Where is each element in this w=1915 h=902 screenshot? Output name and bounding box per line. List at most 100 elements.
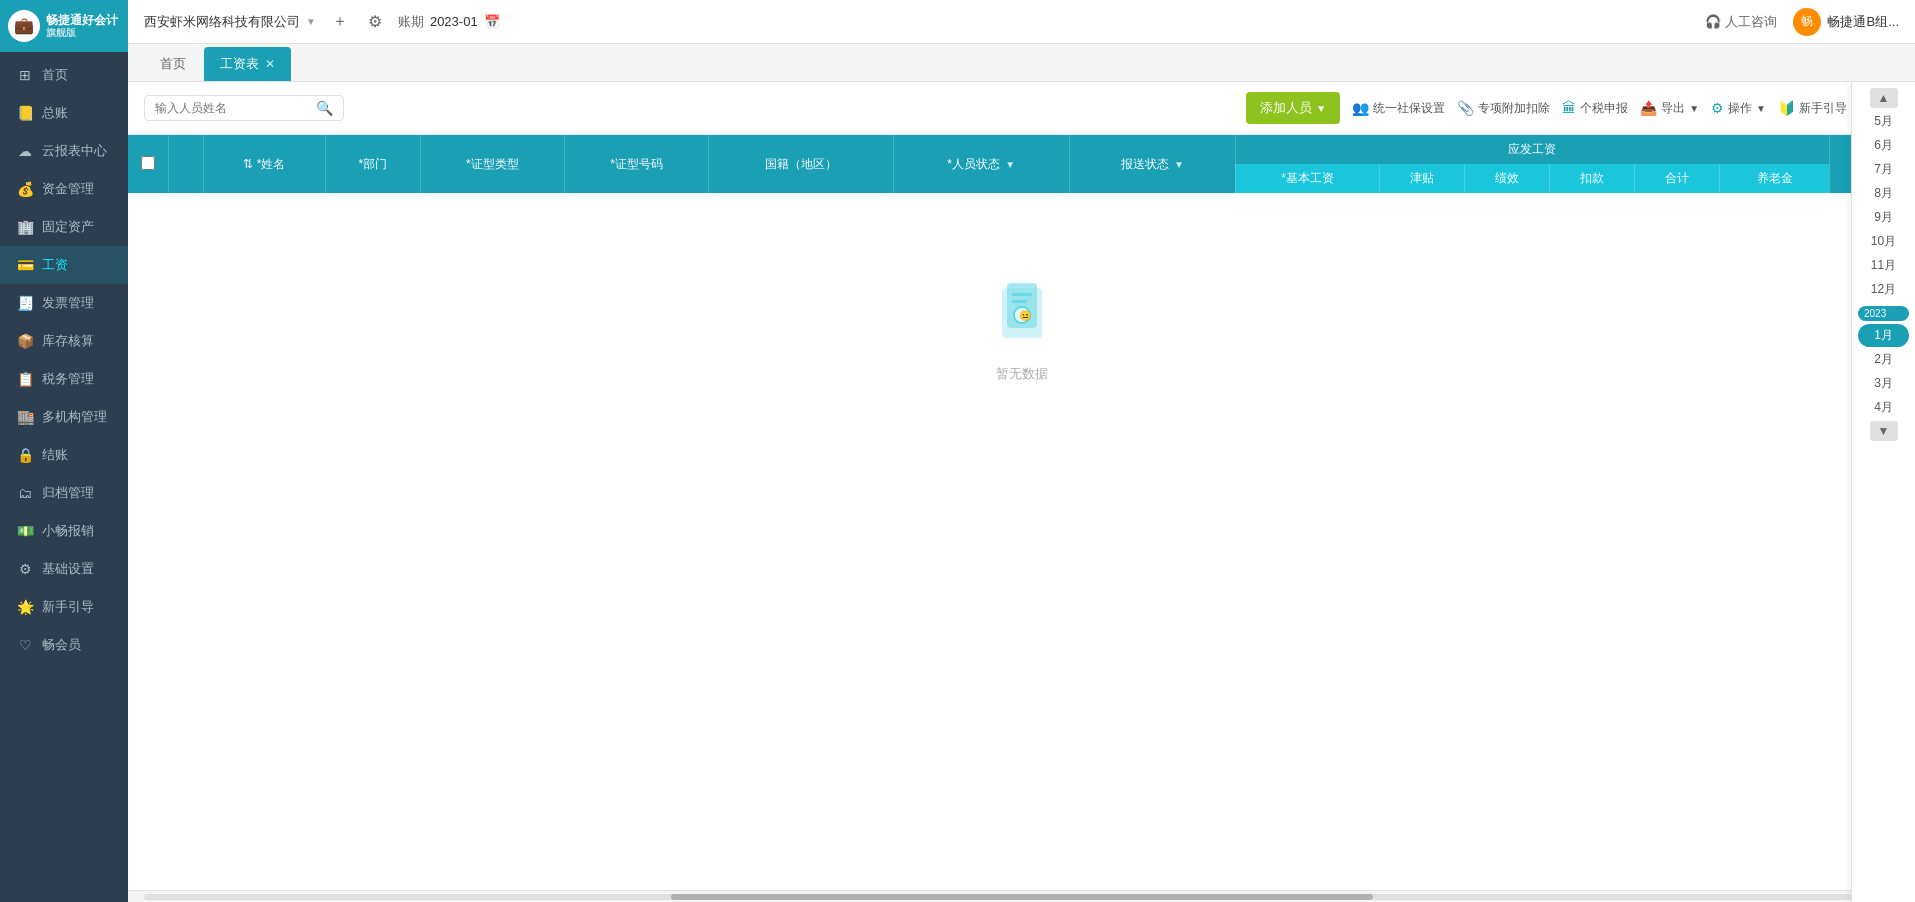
th-performance: 绩效 — [1465, 164, 1550, 193]
sidebar-item-fund[interactable]: 💰 资金管理 — [0, 170, 128, 208]
export-action[interactable]: 📤 导出 ▼ — [1640, 100, 1699, 117]
user-name: 畅捷通B组... — [1827, 13, 1899, 31]
cal-month-2[interactable]: 2月 — [1858, 348, 1909, 371]
sidebar-item-label: 小畅报销 — [42, 522, 94, 540]
member-icon: ♡ — [16, 637, 34, 653]
operations-action[interactable]: ⚙ 操作 ▼ — [1711, 100, 1766, 117]
report-status-filter-icon[interactable]: ▼ — [1174, 159, 1184, 170]
sidebar-item-fixed-assets[interactable]: 🏢 固定资产 — [0, 208, 128, 246]
sidebar-item-salary[interactable]: 💳 工资 — [0, 246, 128, 284]
th-deduction: 扣款 — [1550, 164, 1635, 193]
sidebar-item-archive[interactable]: 🗂 归档管理 — [0, 474, 128, 512]
cal-month-4[interactable]: 4月 — [1858, 396, 1909, 419]
cal-month-7[interactable]: 7月 — [1858, 158, 1909, 181]
tab-home[interactable]: 首页 — [144, 47, 202, 81]
sidebar-item-inventory[interactable]: 📦 库存核算 — [0, 322, 128, 360]
logo-icon: 💼 — [8, 10, 40, 42]
support-button[interactable]: 🎧 人工咨询 — [1705, 13, 1777, 31]
th-emp-status: *人员状态 ▼ — [893, 135, 1069, 193]
special-deduct-action[interactable]: 📎 专项附加扣除 — [1457, 100, 1550, 117]
select-all-checkbox[interactable] — [141, 156, 155, 170]
social-settings-label: 统一社保设置 — [1373, 100, 1445, 117]
headset-icon: 🎧 — [1705, 14, 1721, 29]
scroll-track — [144, 894, 1899, 900]
calendar-icon[interactable]: 📅 — [484, 14, 500, 29]
table-header-row1: ⇅ *姓名 *部门 *证型类型 *证型号码 国籍（地区） — [128, 135, 1915, 164]
th-nationality-label: 国籍（地区） — [765, 157, 837, 171]
export-icon: 📤 — [1640, 100, 1657, 116]
company-selector[interactable]: 西安虾米网络科技有限公司 ▼ — [144, 13, 316, 31]
user-info[interactable]: 畅 畅捷通B组... — [1793, 8, 1899, 36]
search-input[interactable] — [155, 101, 310, 115]
guide-icon: 🌟 — [16, 599, 34, 615]
export-arrow-icon: ▼ — [1689, 103, 1699, 114]
sidebar-item-member[interactable]: ♡ 畅会员 — [0, 626, 128, 664]
toolbar: 🔍 添加人员 ▼ 👥 统一社保设置 📎 专项附加扣除 🏛 个税申报 — [128, 82, 1915, 135]
sidebar-item-label: 总账 — [42, 104, 68, 122]
invoice-icon: 🧾 — [16, 295, 34, 311]
cal-month-6[interactable]: 6月 — [1858, 134, 1909, 157]
cal-month-8[interactable]: 8月 — [1858, 182, 1909, 205]
operations-arrow-icon: ▼ — [1756, 103, 1766, 114]
company-name: 西安虾米网络科技有限公司 — [144, 13, 300, 31]
sidebar-item-label: 工资 — [42, 256, 68, 274]
calendar-down-button[interactable]: ▼ — [1870, 421, 1898, 441]
cal-month-10[interactable]: 10月 — [1858, 230, 1909, 253]
th-total-label: 合计 — [1665, 171, 1689, 185]
sidebar-item-home[interactable]: ⊞ 首页 — [0, 56, 128, 94]
th-nationality: 国籍（地区） — [709, 135, 893, 193]
sidebar-item-label: 多机构管理 — [42, 408, 107, 426]
th-name-label: ⇅ *姓名 — [243, 157, 285, 171]
emp-status-filter-icon[interactable]: ▼ — [1005, 159, 1015, 170]
sidebar-item-label: 云报表中心 — [42, 142, 107, 160]
account-period: 账期 2023-01 📅 — [398, 13, 500, 31]
sidebar-item-closing[interactable]: 🔒 结账 — [0, 436, 128, 474]
cal-month-3[interactable]: 3月 — [1858, 372, 1909, 395]
scroll-bar[interactable] — [128, 890, 1915, 902]
tab-salary-table[interactable]: 工资表 ✕ — [204, 47, 291, 81]
th-dept: *部门 — [326, 135, 421, 193]
search-icon[interactable]: 🔍 — [316, 100, 333, 116]
sidebar-item-expense[interactable]: 💵 小畅报销 — [0, 512, 128, 550]
th-name: ⇅ *姓名 — [203, 135, 325, 193]
cal-month-12[interactable]: 12月 — [1858, 278, 1909, 301]
special-deduct-icon: 📎 — [1457, 100, 1474, 116]
sidebar-item-settings[interactable]: ⚙ 基础设置 — [0, 550, 128, 588]
add-person-button[interactable]: 添加人员 ▼ — [1246, 92, 1340, 124]
sidebar-item-label: 首页 — [42, 66, 68, 84]
empty-icon: 😐 — [982, 273, 1062, 353]
sidebar-item-label: 归档管理 — [42, 484, 94, 502]
archive-icon: 🗂 — [16, 485, 34, 501]
settings-gear-icon[interactable]: ⚙ — [364, 8, 386, 35]
new-guide-action[interactable]: 🔰 新手引导 — [1778, 100, 1847, 117]
th-total: 合计 — [1635, 164, 1720, 193]
svg-rect-2 — [1012, 293, 1032, 296]
export-label: 导出 — [1661, 100, 1685, 117]
personal-tax-label: 个税申报 — [1580, 100, 1628, 117]
table-wrap: ⇅ *姓名 *部门 *证型类型 *证型号码 国籍（地区） — [128, 135, 1915, 890]
multi-org-icon: 🏬 — [16, 409, 34, 425]
personal-tax-action[interactable]: 🏛 个税申报 — [1562, 100, 1628, 117]
close-tab-icon[interactable]: ✕ — [265, 57, 275, 71]
th-report-status: 报送状态 ▼ — [1069, 135, 1235, 193]
cal-month-11[interactable]: 11月 — [1858, 254, 1909, 277]
sidebar-item-cloud-report[interactable]: ☁ 云报表中心 — [0, 132, 128, 170]
sidebar-item-label: 税务管理 — [42, 370, 94, 388]
cal-month-5[interactable]: 5月 — [1858, 110, 1909, 133]
cal-month-1[interactable]: 1月 — [1858, 324, 1909, 347]
top-bar-right: 🎧 人工咨询 畅 畅捷通B组... — [1705, 8, 1899, 36]
checkbox-header — [128, 135, 168, 193]
calendar-up-button[interactable]: ▲ — [1870, 88, 1898, 108]
th-emp-no — [168, 135, 203, 193]
th-emp-status-label: *人员状态 — [947, 157, 1000, 171]
social-settings-action[interactable]: 👥 统一社保设置 — [1352, 100, 1445, 117]
sidebar-item-multi-org[interactable]: 🏬 多机构管理 — [0, 398, 128, 436]
sidebar-item-guide[interactable]: 🌟 新手引导 — [0, 588, 128, 626]
add-company-button[interactable]: ＋ — [328, 7, 352, 36]
sidebar-item-tax[interactable]: 📋 税务管理 — [0, 360, 128, 398]
sidebar-item-invoice[interactable]: 🧾 发票管理 — [0, 284, 128, 322]
closing-icon: 🔒 — [16, 447, 34, 463]
cal-month-9[interactable]: 9月 — [1858, 206, 1909, 229]
sidebar-item-ledger[interactable]: 📒 总账 — [0, 94, 128, 132]
sidebar-item-label: 畅会员 — [42, 636, 81, 654]
